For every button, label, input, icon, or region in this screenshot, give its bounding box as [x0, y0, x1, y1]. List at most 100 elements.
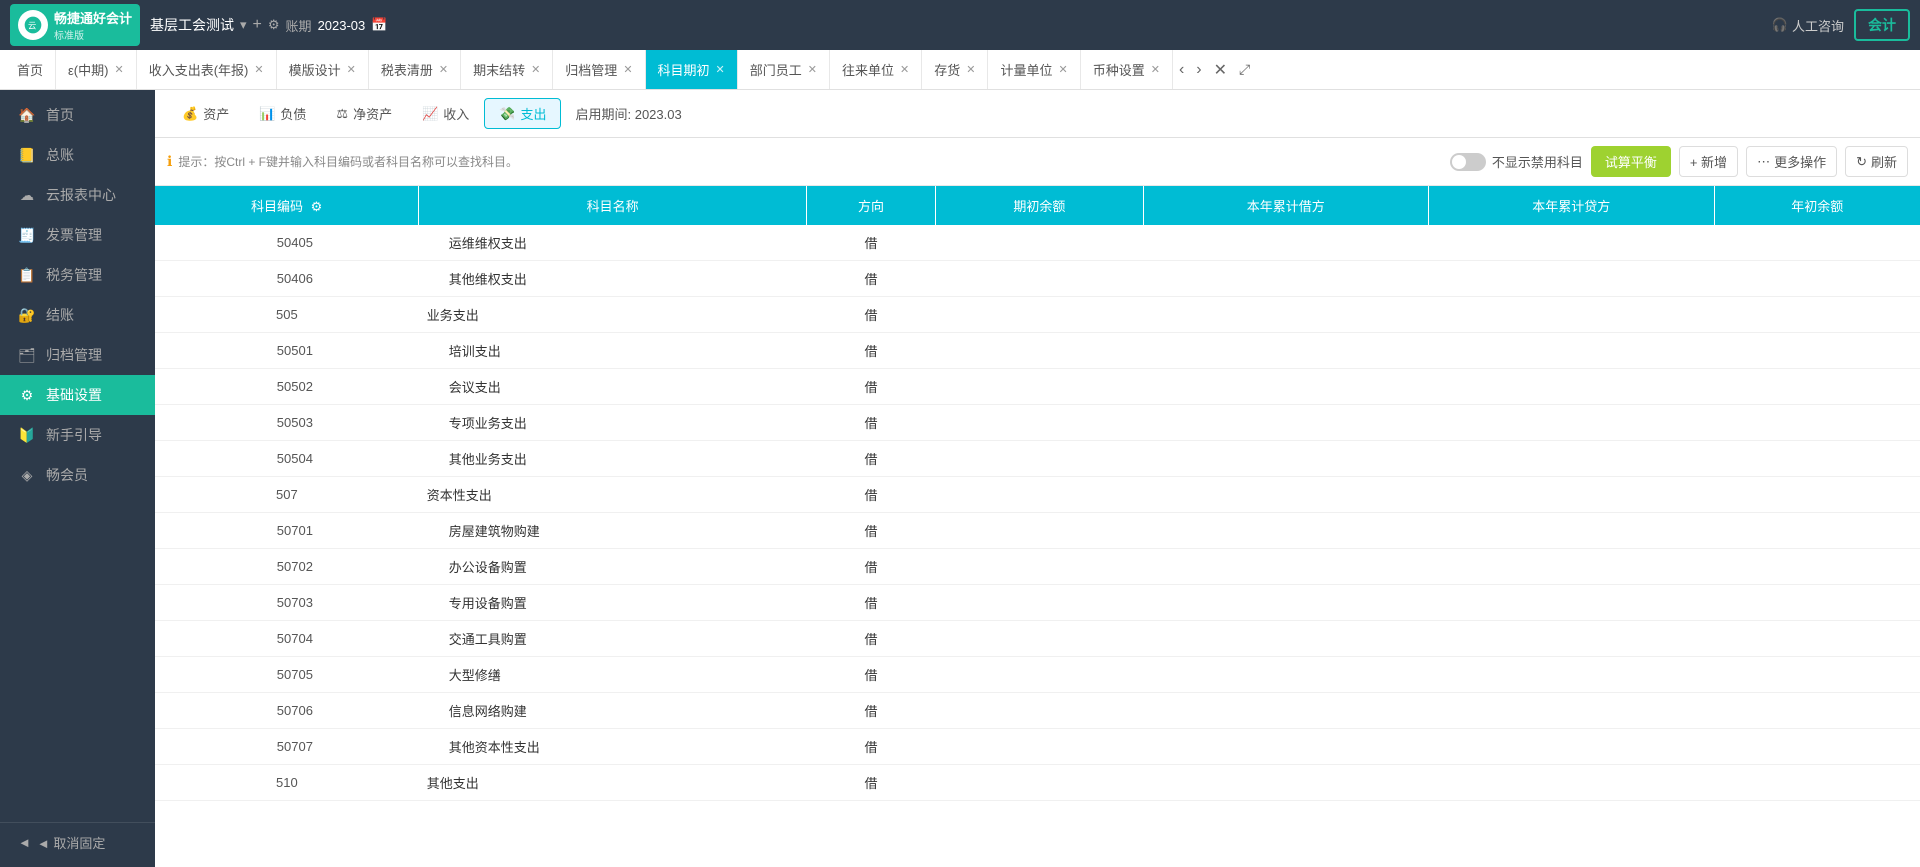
tab-currency[interactable]: 币种设置 ✕ — [1081, 50, 1173, 90]
cell-ytd-credit — [1429, 693, 1715, 729]
tab-template-close[interactable]: ✕ — [347, 63, 356, 76]
cell-code: 50703 — [155, 585, 419, 621]
sidebar-item-settings[interactable]: ⚙ 基础设置 — [0, 375, 155, 415]
sub-tab-expenditure[interactable]: 💸 支出 — [484, 98, 561, 129]
table-row[interactable]: 50503专项业务支出借 — [155, 405, 1920, 441]
tab-inventory-close[interactable]: ✕ — [966, 63, 975, 76]
tab-archive-close[interactable]: ✕ — [623, 63, 632, 76]
cell-name: 其他资本性支出 — [419, 729, 807, 765]
table-row[interactable]: 510其他支出借 — [155, 765, 1920, 801]
cell-code: 510 — [155, 765, 419, 801]
balance-button[interactable]: 试算平衡 — [1591, 146, 1671, 177]
sidebar-item-invoice[interactable]: 🧾 发票管理 — [0, 215, 155, 255]
tab-subject-init[interactable]: 科目期初 ✕ — [646, 50, 738, 90]
tab-period-end-close[interactable]: ✕ — [531, 63, 540, 76]
tab-template[interactable]: 模版设计 ✕ — [277, 50, 369, 90]
refresh-button[interactable]: ↻ 刷新 — [1845, 146, 1908, 177]
sidebar-collapse-btn[interactable]: ◄ ◄ 取消固定 — [0, 822, 155, 862]
sidebar-item-archive[interactable]: 🗂 归档管理 — [0, 335, 155, 375]
tab-dept-close[interactable]: ✕ — [808, 63, 817, 76]
cell-ytd-credit — [1429, 225, 1715, 261]
add-org-icon[interactable]: + — [253, 16, 262, 34]
col-ytd-credit: 本年累计贷方 — [1429, 186, 1715, 225]
tab-expand-icon[interactable]: ⤢ — [1233, 61, 1256, 78]
cell-ytd-debit — [1143, 549, 1429, 585]
table-row[interactable]: 50406其他维权支出借 — [155, 261, 1920, 297]
col-year-opening: 年初余额 — [1714, 186, 1920, 225]
cell-name: 运维维权支出 — [419, 225, 807, 261]
sub-tab-assets[interactable]: 💰 资产 — [167, 98, 244, 129]
tab-close-all-icon[interactable]: ✕ — [1208, 60, 1233, 80]
tab-home-label: 首页 — [17, 60, 43, 79]
table-row[interactable]: 50707其他资本性支出借 — [155, 729, 1920, 765]
table-row[interactable]: 50504其他业务支出借 — [155, 441, 1920, 477]
service-button[interactable]: 🎧 人工咨询 — [1772, 16, 1844, 35]
tab-archive[interactable]: 归档管理 ✕ — [553, 50, 645, 90]
tab-next-icon[interactable]: › — [1190, 61, 1207, 79]
table-row[interactable]: 50502会议支出借 — [155, 369, 1920, 405]
disable-toggle[interactable] — [1450, 153, 1486, 171]
sidebar-item-home[interactable]: 🏠 首页 — [0, 95, 155, 135]
sidebar-item-reports[interactable]: ☁ 云报表中心 — [0, 175, 155, 215]
cell-direction: 借 — [806, 441, 935, 477]
settings-gear-icon: ⚙ — [18, 386, 36, 404]
cell-opening — [936, 297, 1143, 333]
col-direction: 方向 — [806, 186, 935, 225]
tab-currency-close[interactable]: ✕ — [1151, 63, 1160, 76]
tab-income-report[interactable]: 收入支出表(年报) ✕ — [137, 50, 277, 90]
table-row[interactable]: 50706信息网络购建借 — [155, 693, 1920, 729]
sidebar-item-close[interactable]: 🔐 结账 — [0, 295, 155, 335]
cell-opening — [936, 765, 1143, 801]
tab-dept[interactable]: 部门员工 ✕ — [738, 50, 830, 90]
calendar-icon[interactable]: 📅 — [371, 17, 387, 33]
cell-code: 50504 — [155, 441, 419, 477]
sidebar-item-ledger[interactable]: 📒 总账 — [0, 135, 155, 175]
new-button[interactable]: + 新增 — [1679, 146, 1738, 177]
tab-measure[interactable]: 计量单位 ✕ — [988, 50, 1080, 90]
cell-code: 50406 — [155, 261, 419, 297]
tab-tax-close[interactable]: ✕ — [439, 63, 448, 76]
sub-tab-equity[interactable]: ⚖ 净资产 — [321, 98, 407, 129]
cell-direction: 借 — [806, 297, 935, 333]
more-button[interactable]: ⋯ 更多操作 — [1746, 146, 1837, 177]
service-label: 人工咨询 — [1792, 16, 1844, 35]
tab-inventory[interactable]: 存货 ✕ — [922, 50, 988, 90]
sidebar-item-tax[interactable]: 📋 税务管理 — [0, 255, 155, 295]
more-label: 更多操作 — [1774, 152, 1826, 171]
tab-income-report-close[interactable]: ✕ — [254, 63, 263, 76]
tab-tax[interactable]: 税表清册 ✕ — [369, 50, 461, 90]
table-row[interactable]: 50701房屋建筑物购建借 — [155, 513, 1920, 549]
tab-home[interactable]: 首页 — [5, 50, 56, 90]
cell-code: 50702 — [155, 549, 419, 585]
tab-measure-close[interactable]: ✕ — [1058, 63, 1067, 76]
sub-tab-assets-label: 资产 — [203, 104, 229, 123]
tab-units[interactable]: 往来单位 ✕ — [830, 50, 922, 90]
table-row[interactable]: 50501培训支出借 — [155, 333, 1920, 369]
table-row[interactable]: 50405运维维权支出借 — [155, 225, 1920, 261]
table-row[interactable]: 50704交通工具购置借 — [155, 621, 1920, 657]
tab-subject-init-close[interactable]: ✕ — [716, 63, 725, 76]
table-row[interactable]: 50703专用设备购置借 — [155, 585, 1920, 621]
sub-tab-liabilities[interactable]: 📊 负债 — [244, 98, 321, 129]
cell-opening — [936, 621, 1143, 657]
table-row[interactable]: 50702办公设备购置借 — [155, 549, 1920, 585]
cell-code: 507 — [155, 477, 419, 513]
settings-icon[interactable]: ⚙ — [268, 17, 280, 33]
tab-prev-icon[interactable]: ‹ — [1173, 61, 1190, 79]
tab-period-close[interactable]: ✕ — [114, 63, 123, 76]
col-settings-icon[interactable]: ⚙ — [311, 199, 323, 214]
tab-period-end[interactable]: 期末结转 ✕ — [461, 50, 553, 90]
tab-units-close[interactable]: ✕ — [900, 63, 909, 76]
tab-period[interactable]: ε(中期) ✕ — [56, 50, 137, 90]
cell-name: 会议支出 — [419, 369, 807, 405]
cell-direction: 借 — [806, 765, 935, 801]
table-row[interactable]: 50705大型修缮借 — [155, 657, 1920, 693]
account-button[interactable]: 会计 — [1854, 9, 1910, 41]
sidebar-item-guide[interactable]: 🔰 新手引导 — [0, 415, 155, 455]
cell-opening — [936, 225, 1143, 261]
org-dropdown-icon[interactable]: ▾ — [240, 17, 247, 33]
sub-tab-income[interactable]: 📈 收入 — [407, 98, 484, 129]
sidebar-item-member[interactable]: ◈ 畅会员 — [0, 455, 155, 495]
table-row[interactable]: 505业务支出借 — [155, 297, 1920, 333]
table-row[interactable]: 507资本性支出借 — [155, 477, 1920, 513]
